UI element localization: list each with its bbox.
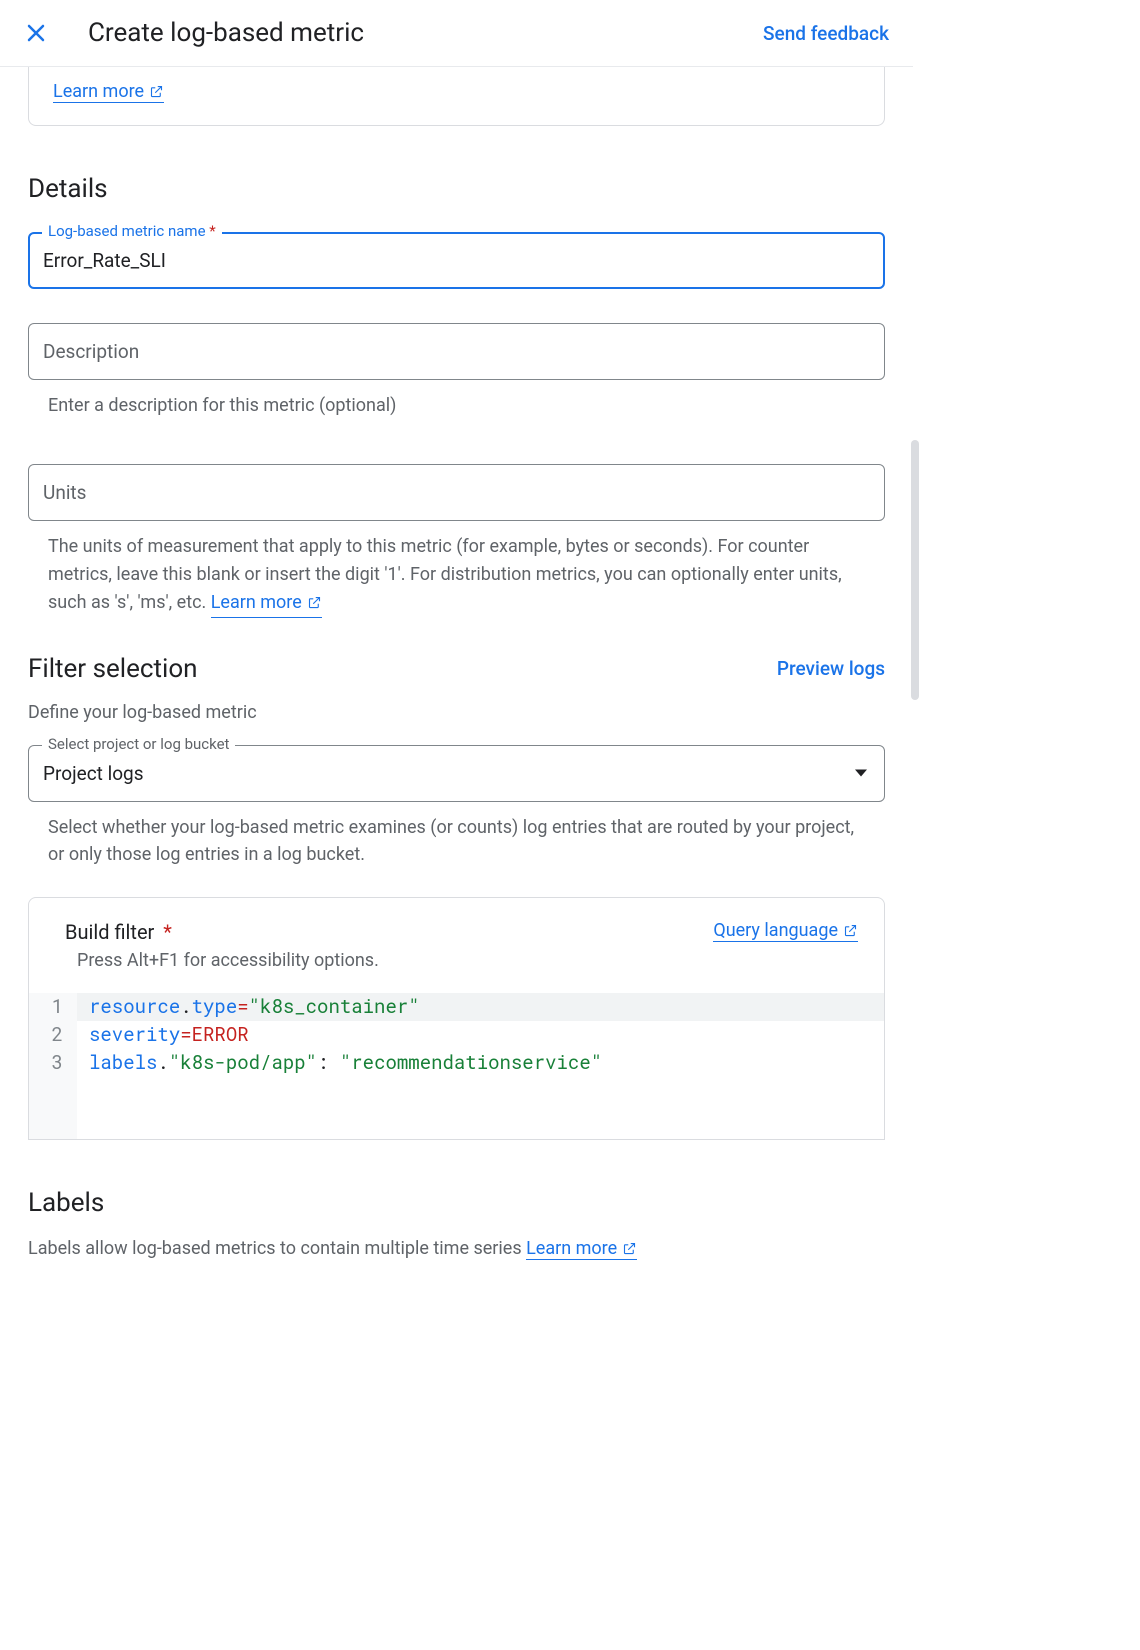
details-heading: Details: [28, 174, 885, 204]
close-icon[interactable]: [24, 21, 48, 45]
units-help: The units of measurement that apply to t…: [48, 533, 865, 618]
metric-name-input[interactable]: [28, 232, 885, 289]
labels-heading: Labels: [28, 1188, 885, 1218]
filter-code-editor[interactable]: 1 resource.type="k8s_container" 2 severi…: [29, 993, 884, 1139]
intro-card-partial: Learn more: [28, 67, 885, 126]
log-bucket-value[interactable]: [28, 745, 885, 802]
build-filter-sub: Press Alt+F1 for accessibility options.: [65, 950, 379, 971]
description-help: Enter a description for this metric (opt…: [48, 392, 865, 420]
gutter-line-1: 1: [29, 993, 77, 1021]
external-link-icon: [307, 595, 322, 610]
log-bucket-help: Select whether your log-based metric exa…: [48, 814, 865, 870]
units-input[interactable]: [28, 464, 885, 521]
code-line-1[interactable]: resource.type="k8s_container": [77, 993, 420, 1021]
metric-name-label: Log-based metric name *: [42, 222, 222, 240]
code-line-3[interactable]: labels."k8s-pod/app": "recommendationser…: [77, 1049, 602, 1077]
preview-logs-link[interactable]: Preview logs: [777, 657, 885, 680]
description-field[interactable]: [28, 323, 885, 380]
gutter-line-3: 3: [29, 1049, 77, 1077]
units-field[interactable]: [28, 464, 885, 521]
external-link-icon: [622, 1241, 637, 1256]
query-language-link[interactable]: Query language: [713, 920, 858, 942]
external-link-icon: [843, 923, 858, 938]
log-bucket-select[interactable]: Select project or log bucket: [28, 745, 885, 802]
log-bucket-label: Select project or log bucket: [42, 735, 235, 753]
build-filter-title: Build filter *: [65, 920, 379, 944]
filter-heading: Filter selection: [28, 654, 198, 684]
external-link-icon: [149, 84, 164, 99]
panel-header: Create log-based metric Send feedback: [0, 0, 913, 67]
code-line-2[interactable]: severity=ERROR: [77, 1021, 249, 1049]
send-feedback-link[interactable]: Send feedback: [763, 22, 889, 45]
units-learn-more-link[interactable]: Learn more: [211, 589, 322, 618]
labels-learn-more-link[interactable]: Learn more: [526, 1238, 637, 1260]
filter-subtitle: Define your log-based metric: [28, 702, 885, 723]
metric-name-field[interactable]: Log-based metric name *: [28, 232, 885, 289]
learn-more-link[interactable]: Learn more: [53, 81, 164, 103]
gutter-line-2: 2: [29, 1021, 77, 1049]
vertical-scrollbar[interactable]: [911, 440, 919, 700]
build-filter-card: Build filter * Press Alt+F1 for accessib…: [28, 897, 885, 1140]
labels-text: Labels allow log-based metrics to contai…: [28, 1238, 885, 1260]
description-input[interactable]: [28, 323, 885, 380]
page-title: Create log-based metric: [88, 18, 763, 48]
learn-more-label: Learn more: [53, 81, 144, 102]
